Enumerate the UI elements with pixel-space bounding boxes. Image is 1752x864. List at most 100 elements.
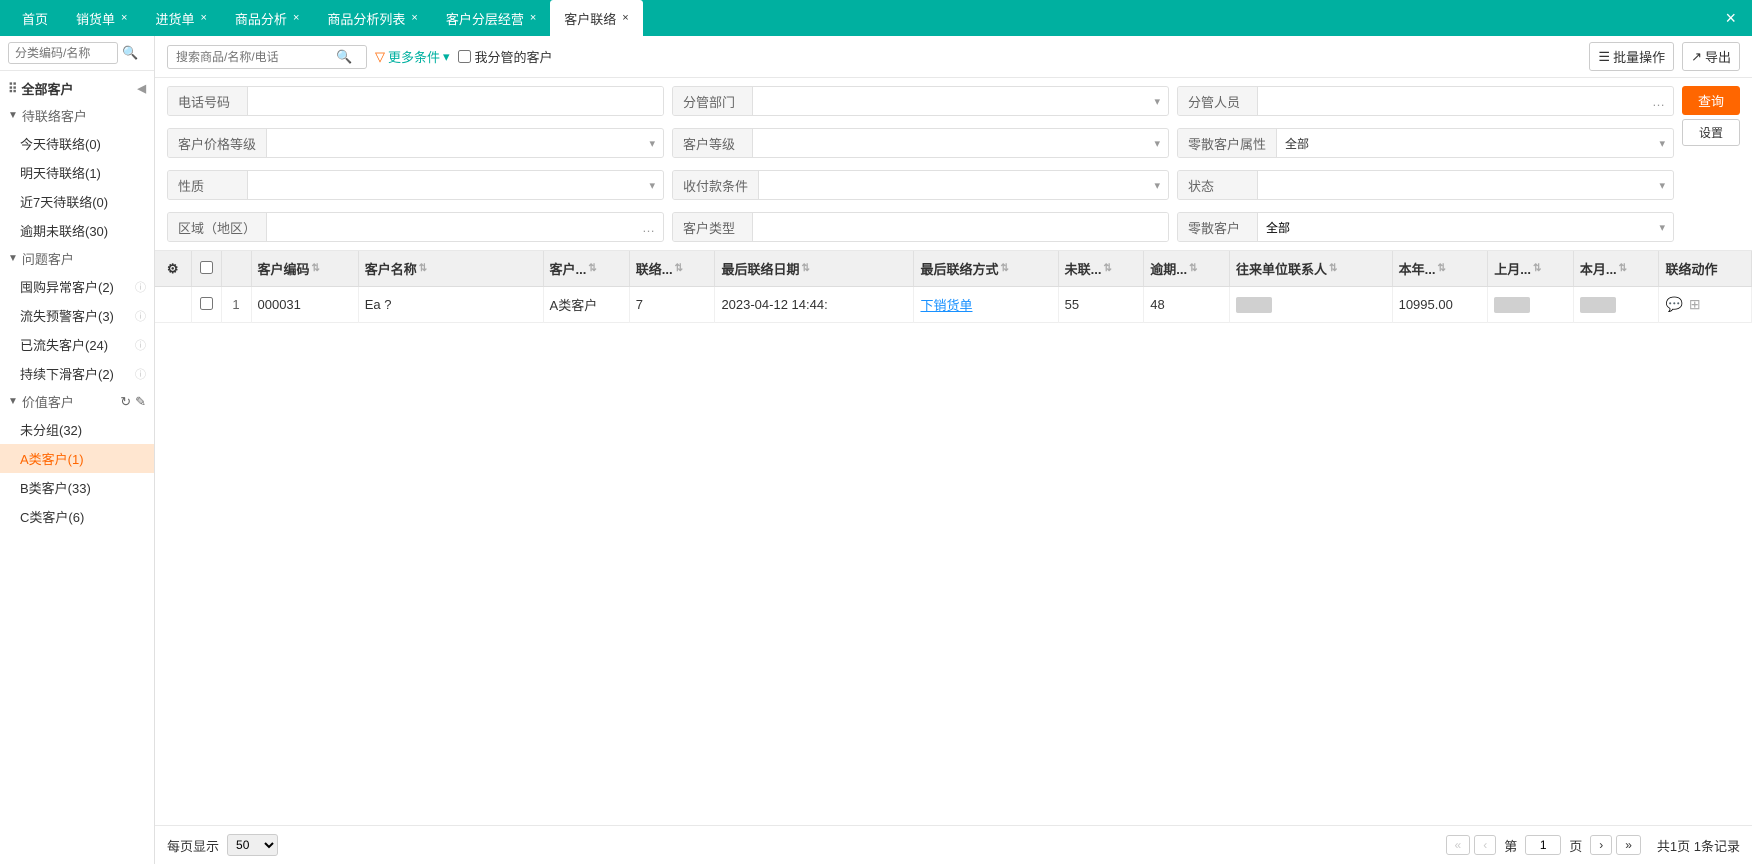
filter-search-input[interactable] — [176, 50, 336, 64]
sidebar-section-problem[interactable]: ▼ 问题客户 — [0, 245, 154, 272]
close-icon[interactable]: × — [411, 12, 417, 24]
last-page-button[interactable]: » — [1616, 835, 1641, 855]
sidebar-section-value[interactable]: ▼ 价值客户 ↻ ✎ — [0, 388, 154, 415]
sidebar-item-declining[interactable]: 持续下滑客户(2) ⓘ — [0, 359, 154, 388]
nav-tab-customer-contact[interactable]: 客户联络 × — [550, 0, 642, 36]
gear-icon[interactable]: ⚙ — [167, 261, 179, 276]
customer-level-arrow-icon[interactable]: ▾ — [1146, 137, 1168, 150]
filter-search-icon[interactable]: 🔍 — [336, 49, 352, 65]
sort-icon[interactable]: ⇅ — [1533, 263, 1541, 274]
sidebar-collapse-icon[interactable]: ◀ — [138, 82, 146, 95]
close-all-button[interactable]: × — [1717, 8, 1744, 29]
nav-tab-salesorder[interactable]: 销货单 × — [62, 0, 141, 36]
status-input[interactable] — [1258, 171, 1651, 199]
status-arrow-icon[interactable]: ▾ — [1651, 179, 1673, 192]
close-icon[interactable]: × — [622, 12, 628, 24]
action-column-header: 联络动作 — [1659, 251, 1752, 287]
my-customer-checkbox[interactable] — [458, 50, 471, 63]
nav-tab-customer-tier[interactable]: 客户分层经营 × — [432, 0, 550, 36]
retail-customer-input[interactable] — [1258, 213, 1651, 241]
last-method-link[interactable]: 下销货单 — [920, 298, 972, 313]
sort-icon[interactable]: ⇅ — [1329, 263, 1337, 274]
batch-icon: ☰ — [1598, 49, 1610, 65]
payment-input[interactable] — [759, 171, 1146, 199]
phone-input[interactable] — [248, 87, 663, 115]
filter-my-customer[interactable]: 我分管的客户 — [458, 47, 553, 66]
sort-icon[interactable]: ⇅ — [675, 263, 683, 274]
sidebar-item-c-class[interactable]: C类客户(6) — [0, 502, 154, 531]
price-level-input[interactable] — [267, 129, 641, 157]
filter-customer-type: 客户类型 — [672, 212, 1169, 242]
sort-icon[interactable]: ⇅ — [1104, 263, 1112, 274]
customer-type-input[interactable] — [753, 213, 1168, 241]
close-icon[interactable]: × — [200, 12, 206, 24]
customer-level-input[interactable] — [753, 129, 1146, 157]
sidebar-section-pending[interactable]: ▼ 待联络客户 — [0, 102, 154, 129]
payment-arrow-icon[interactable]: ▾ — [1146, 179, 1168, 192]
manager-input[interactable] — [1258, 87, 1644, 115]
sort-icon[interactable]: ⇅ — [1619, 263, 1627, 274]
sort-icon[interactable]: ⇅ — [1437, 263, 1445, 274]
refresh-icon[interactable]: ↻ — [120, 394, 131, 410]
table-row: 1 000031 Ea ? A类客户 7 — [155, 287, 1752, 323]
sidebar-search-icon[interactable]: 🔍 — [122, 45, 138, 61]
sidebar-item-7days[interactable]: 近7天待联络(0) — [0, 187, 154, 216]
sidebar-item-a-class[interactable]: A类客户(1) — [0, 444, 154, 473]
export-button[interactable]: ↗ 导出 — [1682, 42, 1740, 71]
region-input[interactable] — [267, 213, 634, 241]
close-icon[interactable]: × — [530, 12, 536, 24]
sidebar-item-churned[interactable]: 已流失客户(24) ⓘ — [0, 330, 154, 359]
select-all-checkbox[interactable] — [200, 261, 213, 274]
nature-arrow-icon[interactable]: ▾ — [641, 179, 663, 192]
prev-page-button[interactable]: ‹ — [1474, 835, 1496, 855]
retail-attr-arrow-icon[interactable]: ▾ — [1651, 137, 1673, 150]
pagination-left: 每页显示 20 50 100 — [167, 834, 278, 856]
row-checkbox[interactable] — [200, 297, 213, 310]
sort-icon[interactable]: ⇅ — [312, 263, 320, 274]
sidebar-item-today[interactable]: 今天待联络(0) — [0, 129, 154, 158]
edit-icon[interactable]: ✎ — [135, 394, 146, 410]
retail-attr-input[interactable] — [1277, 129, 1651, 157]
message-icon[interactable]: 💬 — [1665, 296, 1682, 313]
sidebar-item-overdue-contact[interactable]: 逾期未联络(30) — [0, 216, 154, 245]
filter-more-button[interactable]: ▽ 更多条件 ▾ — [375, 47, 450, 66]
qr-icon[interactable]: ⊞ — [1689, 296, 1701, 313]
retail-customer-arrow-icon[interactable]: ▾ — [1651, 221, 1673, 234]
customer-table: ⚙ 客户编码 ⇅ — [155, 251, 1752, 323]
manager-dots-icon[interactable]: … — [1644, 94, 1673, 109]
price-level-arrow-icon[interactable]: ▾ — [641, 137, 663, 150]
sort-icon[interactable]: ⇅ — [801, 263, 809, 274]
sidebar-search-input[interactable] — [8, 42, 118, 64]
tab-label: 商品分析 — [235, 9, 287, 28]
sidebar-item-churn-warning[interactable]: 流失预警客户(3) ⓘ — [0, 301, 154, 330]
sidebar-item-hoarding[interactable]: 囤购异常客户(2) ⓘ — [0, 272, 154, 301]
region-dots-icon[interactable]: … — [634, 220, 663, 235]
sort-icon[interactable]: ⇅ — [1189, 263, 1197, 274]
dept-arrow-icon[interactable]: ▾ — [1146, 95, 1168, 108]
sidebar-item-tomorrow[interactable]: 明天待联络(1) — [0, 158, 154, 187]
sort-icon[interactable]: ⇅ — [419, 263, 427, 274]
dept-input[interactable] — [753, 87, 1146, 115]
page-input[interactable] — [1525, 835, 1561, 855]
page-size-select[interactable]: 20 50 100 — [227, 834, 278, 856]
sidebar-item-b-class[interactable]: B类客户(33) — [0, 473, 154, 502]
query-button[interactable]: 查询 — [1682, 86, 1740, 115]
triangle-icon: ▼ — [8, 253, 18, 264]
nature-input[interactable] — [248, 171, 641, 199]
nav-tab-purchaseorder[interactable]: 进货单 × — [141, 0, 220, 36]
filter-icon: ▽ — [375, 49, 385, 65]
nav-tab-analysis-list[interactable]: 商品分析列表 × — [313, 0, 431, 36]
batch-operation-button[interactable]: ☰ 批量操作 — [1589, 42, 1674, 71]
close-icon[interactable]: × — [121, 12, 127, 24]
first-page-button[interactable]: « — [1446, 835, 1471, 855]
nav-tab-analysis[interactable]: 商品分析 × — [221, 0, 313, 36]
next-page-button[interactable]: › — [1590, 835, 1612, 855]
setting-button[interactable]: 设置 — [1682, 119, 1740, 146]
sidebar: 🔍 ⠿ 全部客户 ◀ ▼ 待联络客户 今天待联络(0) 明天待联络(1) 近7天… — [0, 36, 155, 864]
sidebar-item-ungroped[interactable]: 未分组(32) — [0, 415, 154, 444]
nav-home[interactable]: 首页 — [8, 0, 62, 36]
close-icon[interactable]: × — [293, 12, 299, 24]
sort-icon[interactable]: ⇅ — [1001, 263, 1009, 274]
sidebar-title: 全部客户 — [22, 79, 74, 98]
sort-icon[interactable]: ⇅ — [588, 263, 596, 274]
